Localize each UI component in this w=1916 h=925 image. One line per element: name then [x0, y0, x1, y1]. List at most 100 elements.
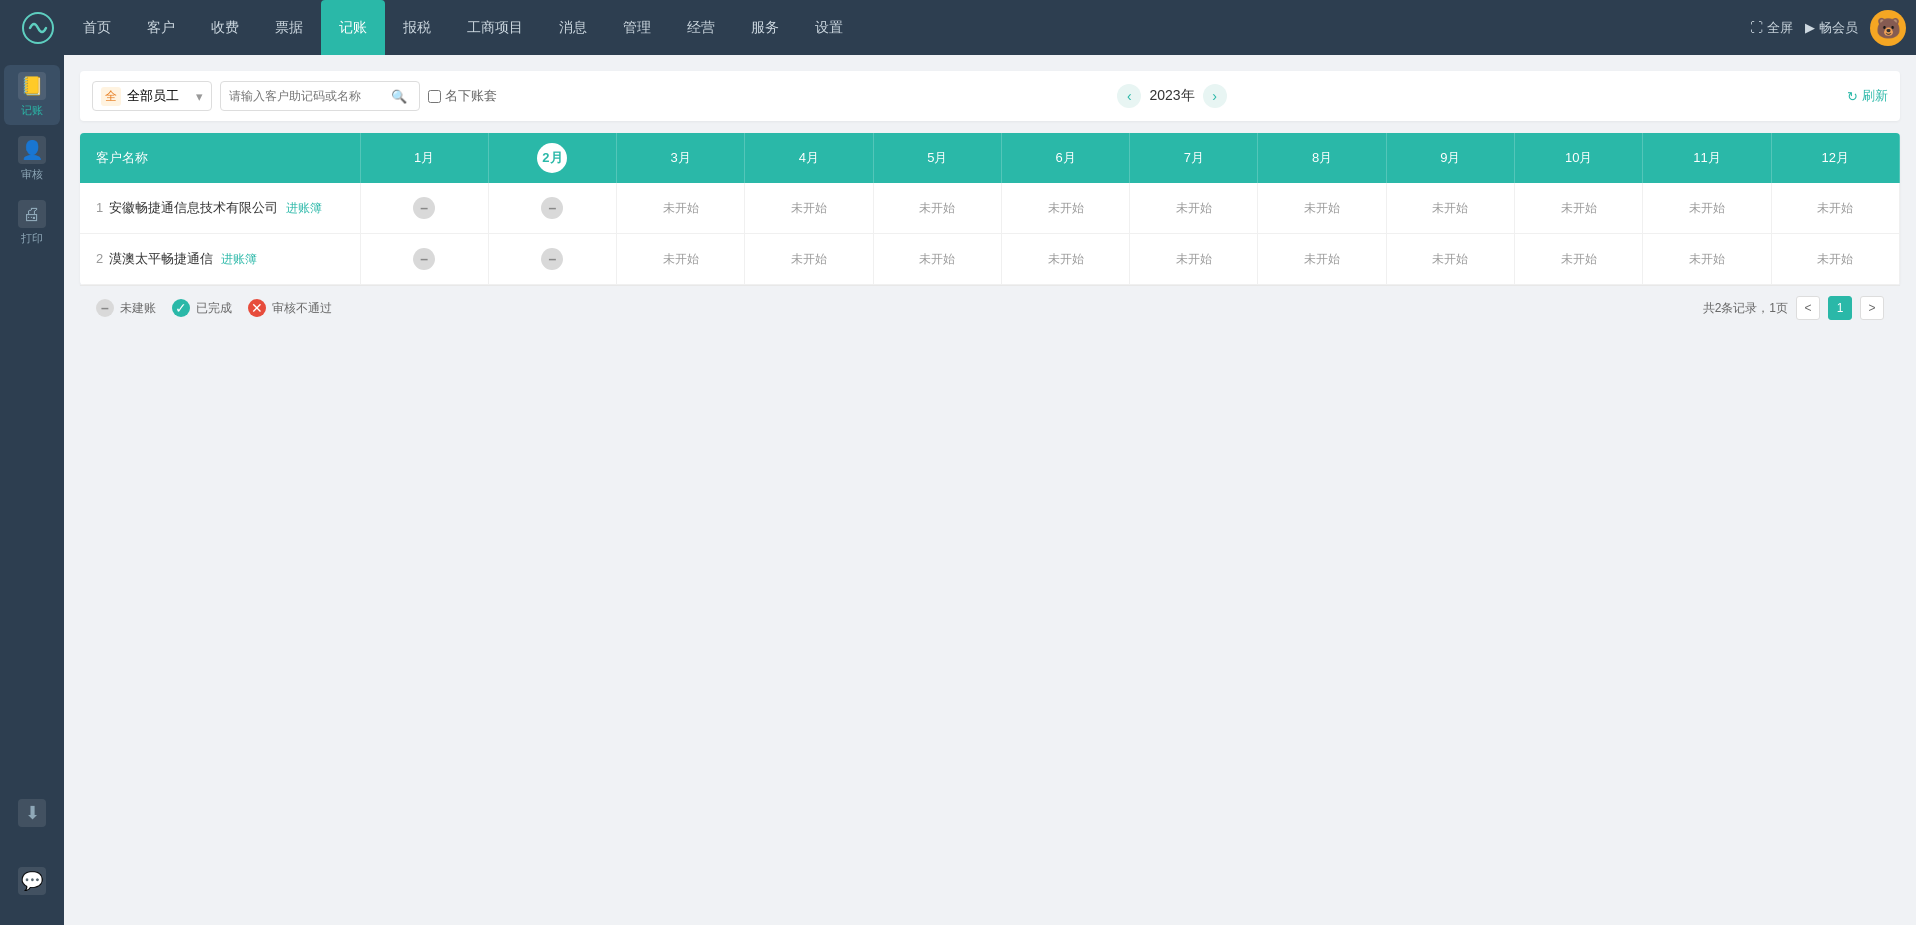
prev-year-button[interactable]: ‹ — [1117, 84, 1141, 108]
sidebar-item-accounting[interactable]: 📒 记账 — [4, 65, 60, 125]
nav-settings[interactable]: 设置 — [797, 0, 861, 55]
nav-business[interactable]: 工商项目 — [449, 0, 541, 55]
status-not-created: – — [541, 197, 563, 219]
col-aug: 8月 — [1258, 133, 1386, 183]
nav-menu: 首页 客户 收费 票据 记账 报税 工商项目 消息 管理 经营 服务 设置 — [65, 0, 1750, 55]
cell-name-0: 1安徽畅捷通信息技术有限公司进账簿 — [80, 183, 360, 234]
legend-dot-teal: ✓ — [172, 299, 190, 317]
col-dec: 12月 — [1771, 133, 1899, 183]
enter-ledger-link[interactable]: 进账簿 — [286, 201, 322, 215]
legend-unstarted: – 未建账 — [96, 299, 156, 317]
chat-icon: 💬 — [18, 867, 46, 895]
sidebar-item-review[interactable]: 👤 审核 — [4, 129, 60, 189]
avatar[interactable]: 🐻 — [1870, 10, 1906, 46]
cell-month-0-10: 未开始 — [1643, 183, 1771, 234]
table-row: 1安徽畅捷通信息技术有限公司进账簿 – – 未开始 未开始 未开始 未开始 未开始 未开始 未开始… — [80, 183, 1900, 234]
nav-service[interactable]: 服务 — [733, 0, 797, 55]
play-icon: ▶ — [1805, 20, 1815, 35]
nav-tax[interactable]: 报税 — [385, 0, 449, 55]
status-not-created: – — [413, 197, 435, 219]
cell-month-1-6: 未开始 — [1130, 234, 1258, 285]
next-year-button[interactable]: › — [1203, 84, 1227, 108]
cell-month-1-5: 未开始 — [1001, 234, 1129, 285]
status-unstarted: 未开始 — [663, 252, 699, 266]
top-navigation: 首页 客户 收费 票据 记账 报税 工商项目 消息 管理 经营 服务 设置 ⛶ … — [0, 0, 1916, 55]
pagination-summary: 共2条记录，1页 — [1703, 300, 1788, 317]
my-accounts-checkbox-label[interactable]: 名下账套 — [428, 87, 497, 105]
fullscreen-icon: ⛶ — [1750, 20, 1763, 35]
employee-select[interactable]: 全 全部员工 ▾ — [92, 81, 212, 111]
download-icon: ⬇ — [18, 799, 46, 827]
status-unstarted: 未开始 — [1176, 201, 1212, 215]
cell-month-1-10: 未开始 — [1643, 234, 1771, 285]
cell-month-0-7: 未开始 — [1258, 183, 1386, 234]
logo[interactable] — [10, 12, 65, 44]
search-input-wrap[interactable]: 🔍 — [220, 81, 420, 111]
status-unstarted: 未开始 — [1048, 252, 1084, 266]
cell-month-1-3: 未开始 — [745, 234, 873, 285]
nav-right-actions: ⛶ 全屏 ▶ 畅会员 🐻 — [1750, 10, 1906, 46]
enter-ledger-link[interactable]: 进账簿 — [221, 252, 257, 266]
employee-tag: 全 — [101, 87, 121, 106]
status-unstarted: 未开始 — [1817, 252, 1853, 266]
table-row: 2漠澳太平畅捷通信进账簿 – – 未开始 未开始 未开始 未开始 未开始 未开始 未开始 未开始 未开… — [80, 234, 1900, 285]
next-page-button[interactable]: > — [1860, 296, 1884, 320]
sidebar-item-print[interactable]: 🖨 打印 — [4, 193, 60, 253]
legend-completed: ✓ 已完成 — [172, 299, 232, 317]
accounting-table: 客户名称 1月 2月 3月 4月 5月 6月 7月 8月 9月 10月 11月 — [80, 133, 1900, 285]
nav-operation[interactable]: 经营 — [669, 0, 733, 55]
status-not-created: – — [413, 248, 435, 270]
prev-page-button[interactable]: < — [1796, 296, 1820, 320]
cell-name-1: 2漠澳太平畅捷通信进账簿 — [80, 234, 360, 285]
table-header-row: 客户名称 1月 2月 3月 4月 5月 6月 7月 8月 9月 10月 11月 — [80, 133, 1900, 183]
nav-invoice[interactable]: 票据 — [257, 0, 321, 55]
sidebar-item-download[interactable]: ⬇ — [4, 783, 60, 843]
legend-rejected: ✕ 审核不通过 — [248, 299, 332, 317]
col-sep: 9月 — [1386, 133, 1514, 183]
table-body: 1安徽畅捷通信息技术有限公司进账簿––未开始未开始未开始未开始未开始未开始未开始… — [80, 183, 1900, 285]
nav-fee[interactable]: 收费 — [193, 0, 257, 55]
refresh-button[interactable]: ↻ 刷新 — [1847, 87, 1888, 105]
refresh-icon: ↻ — [1847, 89, 1858, 104]
nav-manage[interactable]: 管理 — [605, 0, 669, 55]
status-unstarted: 未开始 — [1689, 201, 1725, 215]
col-jan: 1月 — [360, 133, 488, 183]
status-unstarted: 未开始 — [1817, 201, 1853, 215]
search-input[interactable] — [229, 89, 387, 103]
col-may: 5月 — [873, 133, 1001, 183]
content-area: 全 全部员工 ▾ 🔍 名下账套 ‹ 2023年 › ↻ 刷新 — [64, 55, 1916, 925]
accounting-icon: 📒 — [18, 72, 46, 100]
cell-month-1-4: 未开始 — [873, 234, 1001, 285]
status-not-created: – — [541, 248, 563, 270]
current-month-badge: 2月 — [537, 143, 567, 173]
page-1-button[interactable]: 1 — [1828, 296, 1852, 320]
sidebar-item-chat[interactable]: 💬 — [4, 851, 60, 911]
cell-month-1-8: 未开始 — [1386, 234, 1514, 285]
sidebar: 📒 记账 👤 审核 🖨 打印 ⬇ 💬 — [0, 55, 64, 925]
cell-month-1-1: – — [488, 234, 616, 285]
status-unstarted: 未开始 — [791, 252, 827, 266]
footer: – 未建账 ✓ 已完成 ✕ 审核不通过 共2条记录，1页 < 1 > — [80, 285, 1900, 330]
col-jun: 6月 — [1001, 133, 1129, 183]
member-button[interactable]: ▶ 畅会员 — [1805, 19, 1858, 37]
my-accounts-checkbox[interactable] — [428, 90, 441, 103]
status-unstarted: 未开始 — [1689, 252, 1725, 266]
customer-name: 漠澳太平畅捷通信 — [109, 251, 213, 266]
table-container[interactable]: 客户名称 1月 2月 3月 4月 5月 6月 7月 8月 9月 10月 11月 — [80, 133, 1900, 285]
nav-customer[interactable]: 客户 — [129, 0, 193, 55]
nav-message[interactable]: 消息 — [541, 0, 605, 55]
nav-home[interactable]: 首页 — [65, 0, 129, 55]
status-unstarted: 未开始 — [919, 201, 955, 215]
fullscreen-button[interactable]: ⛶ 全屏 — [1750, 19, 1793, 37]
status-unstarted: 未开始 — [791, 201, 827, 215]
cell-month-0-4: 未开始 — [873, 183, 1001, 234]
nav-accounting[interactable]: 记账 — [321, 0, 385, 55]
search-icon[interactable]: 🔍 — [387, 89, 411, 104]
col-nov: 11月 — [1643, 133, 1771, 183]
cell-month-0-11: 未开始 — [1771, 183, 1899, 234]
cell-month-0-1: – — [488, 183, 616, 234]
status-unstarted: 未开始 — [663, 201, 699, 215]
cell-month-1-9: 未开始 — [1515, 234, 1643, 285]
status-unstarted: 未开始 — [1561, 252, 1597, 266]
pagination-area: 共2条记录，1页 < 1 > — [1703, 296, 1884, 320]
